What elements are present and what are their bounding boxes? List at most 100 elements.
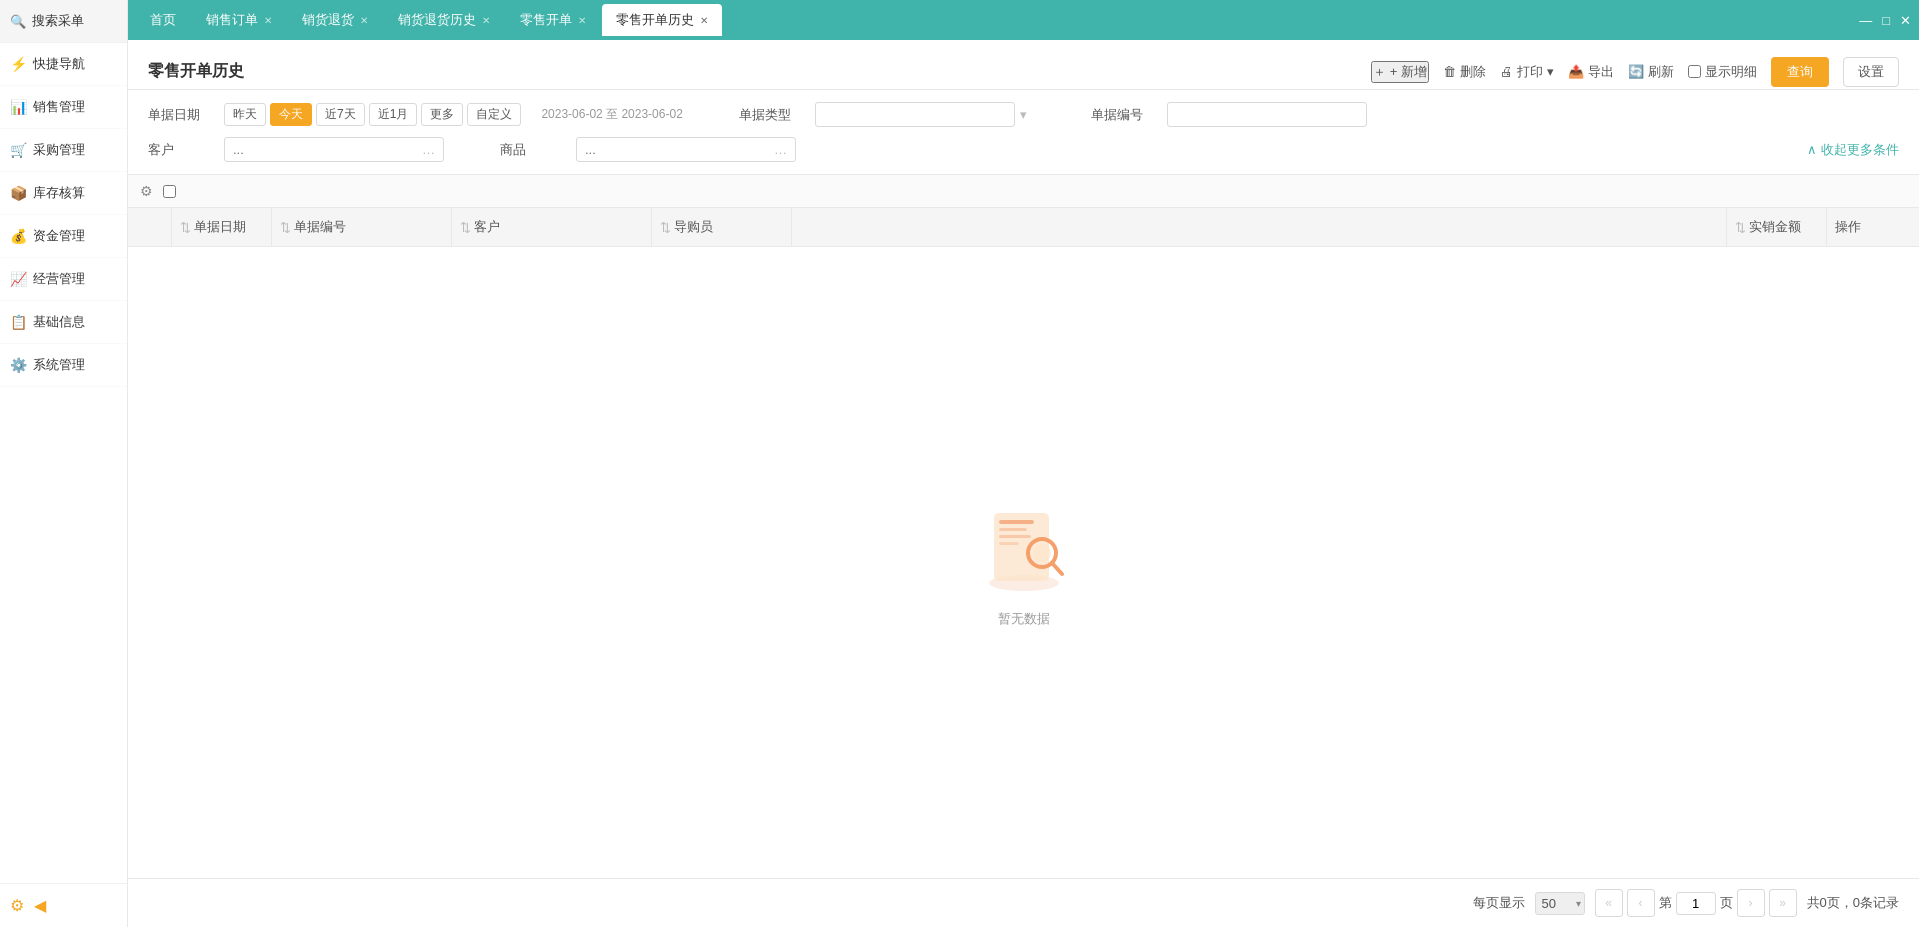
table-settings-icon[interactable]: ⚙ bbox=[140, 183, 153, 199]
select-all-checkbox[interactable] bbox=[163, 185, 176, 198]
search-menu-item[interactable]: 🔍 搜索采单 bbox=[0, 0, 127, 43]
tab-sales-return-history[interactable]: 销货退货历史 ✕ bbox=[384, 4, 504, 36]
th-doc-date-label: 单据日期 bbox=[194, 218, 246, 236]
th-customer[interactable]: ⇅ 客户 bbox=[452, 208, 652, 246]
customer-label: 客户 bbox=[148, 141, 208, 159]
sidebar-item-finance[interactable]: 💰 资金管理 bbox=[0, 215, 127, 258]
add-icon: ＋ bbox=[1373, 63, 1386, 81]
doc-type-dropdown-icon: ▾ bbox=[1020, 107, 1027, 122]
date-btn-yesterday[interactable]: 昨天 bbox=[224, 103, 266, 126]
date-btn-custom[interactable]: 自定义 bbox=[467, 103, 521, 126]
sidebar-item-quick-nav[interactable]: ⚡ 快捷导航 bbox=[0, 43, 127, 86]
display-detail-checkbox[interactable] bbox=[1688, 65, 1701, 78]
svg-rect-5 bbox=[999, 542, 1019, 545]
sidebar-item-inventory[interactable]: 📦 库存核算 bbox=[0, 172, 127, 215]
add-button[interactable]: ＋ + 新增 bbox=[1371, 61, 1429, 83]
collapse-label: 收起更多条件 bbox=[1821, 141, 1899, 159]
sidebar-item-label: 资金管理 bbox=[33, 227, 85, 245]
sidebar-item-operations[interactable]: 📈 经营管理 bbox=[0, 258, 127, 301]
tab-retail-open-label: 零售开单 bbox=[520, 11, 572, 29]
collapse-button[interactable]: ∧ 收起更多条件 bbox=[1807, 141, 1899, 159]
sidebar-item-basic-info[interactable]: 📋 基础信息 bbox=[0, 301, 127, 344]
sidebar-item-sys-mgmt[interactable]: ⚙️ 系统管理 bbox=[0, 344, 127, 387]
sidebar-item-label: 快捷导航 bbox=[33, 55, 85, 73]
table-body: 暂无数据 bbox=[128, 247, 1919, 878]
th-customer-sort-icon: ⇅ bbox=[460, 220, 471, 235]
tab-bar: 首页 销售订单 ✕ 销货退货 ✕ 销货退货历史 ✕ 零售开单 ✕ 零售开单历史 … bbox=[128, 0, 1919, 40]
sales-icon: 📊 bbox=[10, 99, 27, 115]
customer-input[interactable] bbox=[233, 142, 422, 157]
last-page-button[interactable]: » bbox=[1769, 889, 1797, 917]
export-icon: 📤 bbox=[1568, 64, 1584, 79]
sidebar-item-label: 采购管理 bbox=[33, 141, 85, 159]
refresh-button[interactable]: 🔄 刷新 bbox=[1628, 63, 1674, 81]
sidebar-search-label: 搜索采单 bbox=[32, 12, 84, 30]
tab-retail-open[interactable]: 零售开单 ✕ bbox=[506, 4, 600, 36]
doc-type-select-wrap: ▾ bbox=[815, 102, 1035, 127]
doc-type-select[interactable] bbox=[815, 102, 1015, 127]
tab-home[interactable]: 首页 bbox=[136, 4, 190, 36]
page-total: 共0页，0条记录 bbox=[1807, 894, 1899, 912]
doc-type-label: 单据类型 bbox=[739, 106, 799, 124]
page-header: 零售开单历史 ＋ + 新增 🗑 删除 🖨 打印 ▾ 📤 导出 🔄 刷新 bbox=[128, 40, 1919, 90]
date-btn-last7[interactable]: 近7天 bbox=[316, 103, 365, 126]
svg-rect-4 bbox=[999, 535, 1031, 538]
tab-sales-return-history-close[interactable]: ✕ bbox=[482, 15, 490, 26]
tab-sales-order[interactable]: 销售订单 ✕ bbox=[192, 4, 286, 36]
close-button[interactable]: ✕ bbox=[1900, 13, 1911, 28]
date-btn-more[interactable]: 更多 bbox=[421, 103, 463, 126]
finance-icon: 💰 bbox=[10, 228, 27, 244]
collapse-sidebar-icon[interactable]: ◀ bbox=[34, 896, 46, 915]
delete-button[interactable]: 🗑 删除 bbox=[1443, 63, 1486, 81]
customer-dots: … bbox=[422, 142, 435, 157]
pagination: 每页显示 10 20 50 100 ▾ « ‹ 第 页 › » 共0页，0条记录 bbox=[128, 878, 1919, 927]
date-buttons: 昨天 今天 近7天 近1月 更多 自定义 bbox=[224, 103, 521, 126]
date-btn-last1month[interactable]: 近1月 bbox=[369, 103, 418, 126]
product-label: 商品 bbox=[500, 141, 560, 159]
print-dropdown-icon: ▾ bbox=[1547, 64, 1554, 79]
sidebar: 🔍 搜索采单 ⚡ 快捷导航 📊 销售管理 🛒 采购管理 📦 库存核算 💰 资金管… bbox=[0, 0, 128, 927]
settings-bottom-icon[interactable]: ⚙ bbox=[10, 896, 24, 915]
th-doc-date[interactable]: ⇅ 单据日期 bbox=[172, 208, 272, 246]
first-page-button[interactable]: « bbox=[1595, 889, 1623, 917]
tab-sales-order-label: 销售订单 bbox=[206, 11, 258, 29]
refresh-icon: 🔄 bbox=[1628, 64, 1644, 79]
date-btn-today[interactable]: 今天 bbox=[270, 103, 312, 126]
doc-no-label: 单据编号 bbox=[1091, 106, 1151, 124]
query-button[interactable]: 查询 bbox=[1771, 57, 1829, 87]
tab-retail-open-history-close[interactable]: ✕ bbox=[700, 15, 708, 26]
next-page-button[interactable]: › bbox=[1737, 889, 1765, 917]
toolbar-actions: ＋ + 新增 🗑 删除 🖨 打印 ▾ 📤 导出 🔄 刷新 bbox=[1371, 57, 1899, 87]
svg-rect-3 bbox=[999, 528, 1027, 531]
tab-retail-open-close[interactable]: ✕ bbox=[578, 15, 586, 26]
product-input[interactable] bbox=[585, 142, 774, 157]
th-doc-no[interactable]: ⇅ 单据编号 bbox=[272, 208, 452, 246]
th-guide[interactable]: ⇅ 导购员 bbox=[652, 208, 792, 246]
page-input[interactable] bbox=[1676, 892, 1716, 915]
sidebar-item-sales-mgmt[interactable]: 📊 销售管理 bbox=[0, 86, 127, 129]
tab-retail-open-history[interactable]: 零售开单历史 ✕ bbox=[602, 4, 722, 36]
th-amount[interactable]: ⇅ 实销金额 bbox=[1727, 208, 1827, 246]
th-checkbox bbox=[140, 208, 172, 246]
doc-no-input[interactable] bbox=[1176, 107, 1358, 122]
settings-button[interactable]: 设置 bbox=[1843, 57, 1899, 87]
tab-sales-return-history-label: 销货退货历史 bbox=[398, 11, 476, 29]
tab-sales-return-close[interactable]: ✕ bbox=[360, 15, 368, 26]
display-detail-checkbox-wrap[interactable]: 显示明细 bbox=[1688, 63, 1757, 81]
product-dots: … bbox=[774, 142, 787, 157]
print-button[interactable]: 🖨 打印 ▾ bbox=[1500, 63, 1554, 81]
th-amount-label: 实销金额 bbox=[1749, 218, 1801, 236]
minimize-button[interactable]: — bbox=[1859, 13, 1872, 28]
sidebar-item-label: 基础信息 bbox=[33, 313, 85, 331]
per-page-select[interactable]: 10 20 50 100 bbox=[1535, 892, 1585, 915]
window-controls: — □ ✕ bbox=[1859, 13, 1911, 28]
sidebar-item-purchase-mgmt[interactable]: 🛒 采购管理 bbox=[0, 129, 127, 172]
search-icon: 🔍 bbox=[10, 14, 26, 29]
tab-sales-order-close[interactable]: ✕ bbox=[264, 15, 272, 26]
prev-page-button[interactable]: ‹ bbox=[1627, 889, 1655, 917]
tab-sales-return[interactable]: 销货退货 ✕ bbox=[288, 4, 382, 36]
maximize-button[interactable]: □ bbox=[1882, 13, 1890, 28]
page-title: 零售开单历史 bbox=[148, 61, 244, 82]
export-button[interactable]: 📤 导出 bbox=[1568, 63, 1614, 81]
th-doc-no-label: 单据编号 bbox=[294, 218, 346, 236]
